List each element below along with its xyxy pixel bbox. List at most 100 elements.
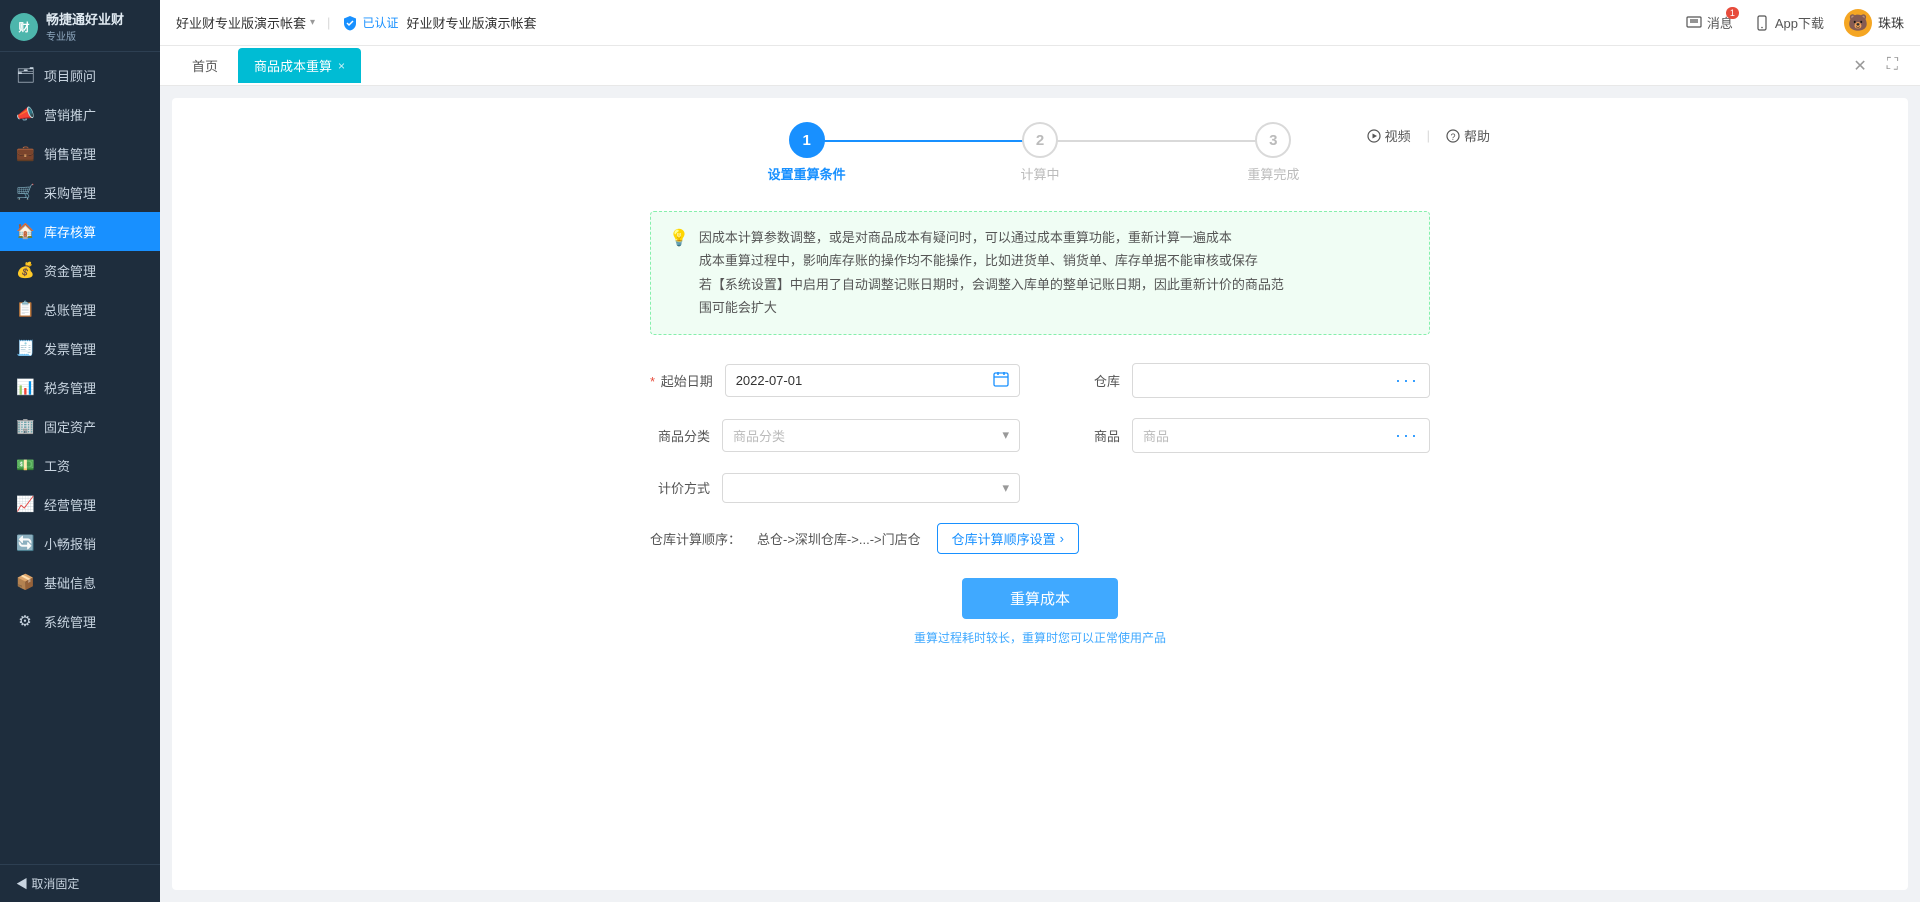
sidebar-item-label: 系统管理 [44, 612, 96, 631]
category-placeholder: 商品分类 [733, 426, 785, 445]
ledger-icon: 📋 [16, 300, 34, 318]
project-icon: 🗂 [16, 66, 34, 84]
start-date-value: 2022-07-01 [736, 373, 803, 388]
sidebar-item-label: 采购管理 [44, 183, 96, 202]
sidebar-item-system[interactable]: ⚙ 系统管理 [0, 602, 160, 641]
tab-close-icon[interactable]: × [338, 59, 345, 73]
product-input[interactable]: 商品 ··· [1132, 418, 1430, 453]
form-row-2: 商品分类 商品分类 ▾ 商品 商品 ··· [650, 418, 1430, 453]
sidebar-item-label: 营销推广 [44, 105, 96, 124]
sidebar-item-finance[interactable]: 💰 资金管理 [0, 251, 160, 290]
app-download-label: App下载 [1775, 13, 1824, 32]
account-dropdown-arrow: ▾ [310, 17, 315, 28]
warehouse-order-btn-label: 仓库计算顺序设置 [952, 529, 1056, 548]
category-select[interactable]: 商品分类 ▾ [722, 419, 1020, 452]
sidebar-item-tax[interactable]: 📊 税务管理 [0, 368, 160, 407]
user-avatar-area[interactable]: 🐻 珠珠 [1844, 9, 1904, 37]
sidebar-item-label: 发票管理 [44, 339, 96, 358]
tabs-bar: 首页 商品成本重算 × ✕ ⛶ [160, 46, 1920, 86]
sidebar-item-basic[interactable]: 📦 基础信息 [0, 563, 160, 602]
sidebar-item-label: 基础信息 [44, 573, 96, 592]
sidebar-item-purchase[interactable]: 🛒 采购管理 [0, 173, 160, 212]
topbar-divider: | [327, 15, 330, 30]
pricing-select[interactable]: ▾ [722, 473, 1020, 503]
category-label: 商品分类 [650, 426, 710, 445]
warehouse-order-row: 仓库计算顺序： 总仓->深圳仓库->...->门店仓 仓库计算顺序设置 › [650, 523, 1430, 554]
pricing-label: 计价方式 [650, 478, 710, 497]
verified-label: 已认证 [362, 14, 398, 31]
help-link[interactable]: ? 帮助 [1446, 126, 1490, 145]
sidebar-item-invoice[interactable]: 🧾 发票管理 [0, 329, 160, 368]
recalc-button[interactable]: 重算成本 [962, 578, 1118, 619]
sidebar-logo: 财 畅捷通好业财 专业版 [0, 0, 160, 52]
sidebar-item-marketing[interactable]: 📣 营销推广 [0, 95, 160, 134]
product-label: 商品 [1060, 426, 1120, 445]
start-date-field: * 起始日期 2022-07-01 [650, 364, 1020, 397]
warehouse-order-value: 总仓->深圳仓库->...->门店仓 [757, 529, 921, 548]
product-field: 商品 商品 ··· [1060, 418, 1430, 453]
tax-icon: 📊 [16, 378, 34, 396]
message-button[interactable]: 消息 1 [1685, 13, 1733, 32]
account-selector[interactable]: 好业财专业版演示帐套 ▾ [176, 13, 315, 32]
sidebar-item-management[interactable]: 📈 经营管理 [0, 485, 160, 524]
main-content: 好业财专业版演示帐套 ▾ | 已认证 好业财专业版演示帐套 消息 1 App下载… [160, 0, 1920, 902]
sidebar-nav: 🗂 项目顾问 📣 营销推广 💼 销售管理 🛒 采购管理 🏠 库存核算 💰 资金管… [0, 52, 160, 864]
steps-help-area: 视频 | ? 帮助 [1367, 126, 1490, 145]
calendar-icon[interactable] [993, 371, 1009, 390]
recalc-hint: 重算过程耗时较长，重算时您可以正常使用产品 [204, 629, 1876, 646]
category-field: 商品分类 商品分类 ▾ [650, 419, 1020, 452]
finance-icon: 💰 [16, 261, 34, 279]
pricing-arrow-icon: ▾ [1002, 480, 1009, 496]
video-icon [1367, 129, 1381, 143]
warehouse-input[interactable]: ··· [1132, 363, 1430, 398]
step-3: 3 重算完成 [1157, 122, 1390, 183]
tab-home[interactable]: 首页 [176, 48, 234, 83]
step-2-label: 计算中 [1020, 164, 1059, 183]
category-arrow-icon: ▾ [1002, 427, 1009, 443]
sidebar-item-label: 资金管理 [44, 261, 96, 280]
info-line-4: 围可能会扩大 [699, 296, 1284, 319]
sidebar-item-ledger[interactable]: 📋 总账管理 [0, 290, 160, 329]
warehouse-dots-btn[interactable]: ··· [1395, 370, 1419, 391]
sidebar-item-assets[interactable]: 🏢 固定资产 [0, 407, 160, 446]
sidebar-item-label: 经营管理 [44, 495, 96, 514]
system-icon: ⚙ [16, 612, 34, 630]
sidebar-item-project[interactable]: 🗂 项目顾问 [0, 56, 160, 95]
username: 珠珠 [1878, 13, 1904, 32]
step-3-label: 重算完成 [1247, 164, 1299, 183]
sidebar-item-sales[interactable]: 💼 销售管理 [0, 134, 160, 173]
form-row-1: * 起始日期 2022-07-01 仓库 ··· [650, 363, 1430, 398]
sidebar-item-label: 固定资产 [44, 417, 96, 436]
warehouse-order-settings-button[interactable]: 仓库计算顺序设置 › [937, 523, 1079, 554]
sidebar-item-label: 小畅报销 [44, 534, 96, 553]
sidebar-item-inventory[interactable]: 🏠 库存核算 [0, 212, 160, 251]
form-section: * 起始日期 2022-07-01 仓库 ··· [650, 363, 1430, 554]
info-box: 💡 因成本计算参数调整，或是对商品成本有疑问时，可以通过成本重算功能，重新计算一… [650, 211, 1430, 335]
topbar-right: 消息 1 App下载 🐻 珠珠 [1685, 9, 1904, 37]
verified-badge: 已认证 [342, 14, 398, 31]
app-logo-icon: 财 [10, 13, 38, 41]
start-date-input[interactable]: 2022-07-01 [725, 364, 1020, 397]
step-1: 1 设置重算条件 [690, 122, 923, 183]
app-edition: 专业版 [46, 28, 124, 43]
product-placeholder: 商品 [1143, 426, 1169, 445]
account-display-name: 好业财专业版演示帐套 [406, 13, 536, 32]
tabs-actions: ✕ ⛶ [1847, 54, 1904, 78]
close-tab-button[interactable]: ✕ [1847, 54, 1872, 78]
video-link[interactable]: 视频 [1367, 126, 1411, 145]
management-icon: 📈 [16, 495, 34, 513]
app-download-button[interactable]: App下载 [1753, 13, 1824, 32]
unpin-sidebar-button[interactable]: ◀ 取消固定 [0, 864, 160, 902]
divider: | [1427, 128, 1430, 143]
invoice-icon: 🧾 [16, 339, 34, 357]
tab-recalc[interactable]: 商品成本重算 × [238, 48, 361, 83]
sidebar-item-expense[interactable]: 🔄 小畅报销 [0, 524, 160, 563]
sidebar-item-label: 项目顾问 [44, 66, 96, 85]
inventory-icon: 🏠 [16, 222, 34, 240]
message-icon [1685, 14, 1703, 32]
sidebar-item-payroll[interactable]: 💵 工资 [0, 446, 160, 485]
expand-button[interactable]: ⛶ [1881, 54, 1904, 78]
recalc-btn-label: 重算成本 [1010, 591, 1070, 608]
product-dots-btn[interactable]: ··· [1395, 425, 1419, 446]
sidebar: 财 畅捷通好业财 专业版 🗂 项目顾问 📣 营销推广 💼 销售管理 🛒 采购管理… [0, 0, 160, 902]
